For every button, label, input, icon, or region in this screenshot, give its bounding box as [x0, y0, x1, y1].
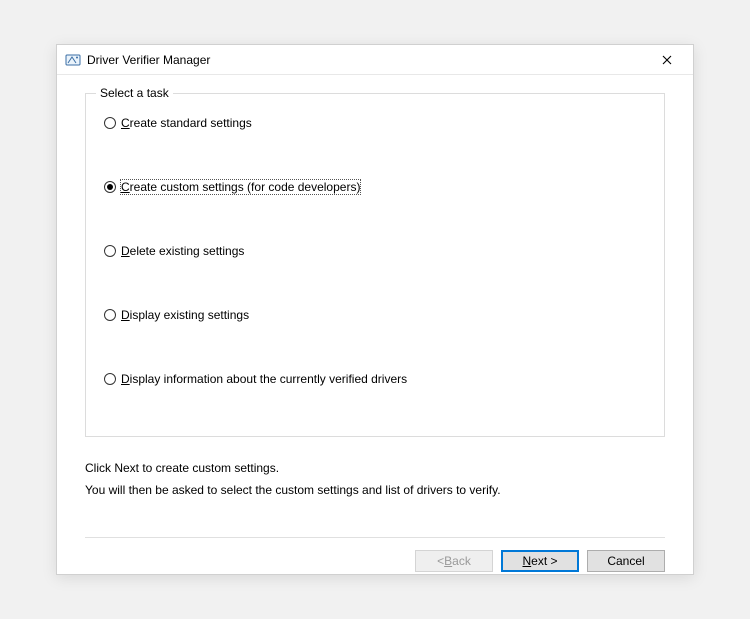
task-groupbox: Select a task Create standard settings C…: [85, 93, 665, 437]
radio-icon: [104, 181, 116, 193]
radio-icon: [104, 309, 116, 321]
radio-display-existing[interactable]: Display existing settings: [104, 308, 646, 322]
radio-label: Create custom settings (for code develop…: [121, 180, 360, 194]
next-button[interactable]: Next >: [501, 550, 579, 572]
help-line-1: Click Next to create custom settings.: [85, 457, 665, 479]
back-rest: ack: [452, 554, 471, 568]
help-line-2: You will then be asked to select the cus…: [85, 479, 665, 501]
dialog-content: Select a task Create standard settings C…: [57, 75, 693, 588]
radio-icon: [104, 373, 116, 385]
radio-icon: [104, 117, 116, 129]
button-row: < Back Next > Cancel: [85, 550, 665, 572]
radio-display-info[interactable]: Display information about the currently …: [104, 372, 646, 386]
radio-label: Delete existing settings: [121, 244, 244, 258]
next-rest: ext >: [531, 554, 557, 568]
back-prefix: <: [437, 554, 444, 568]
cancel-button[interactable]: Cancel: [587, 550, 665, 572]
button-divider: [85, 537, 665, 538]
radio-label: Create standard settings: [121, 116, 252, 130]
titlebar: Driver Verifier Manager: [57, 45, 693, 75]
back-button: < Back: [415, 550, 493, 572]
app-icon: [65, 52, 81, 68]
radio-delete-existing[interactable]: Delete existing settings: [104, 244, 646, 258]
window-title: Driver Verifier Manager: [87, 53, 647, 67]
radio-create-standard[interactable]: Create standard settings: [104, 116, 646, 130]
radio-icon: [104, 245, 116, 257]
close-button[interactable]: [647, 46, 687, 74]
radio-create-custom[interactable]: Create custom settings (for code develop…: [104, 180, 646, 194]
groupbox-legend: Select a task: [96, 86, 173, 100]
dialog-window: Driver Verifier Manager Select a task Cr…: [56, 44, 694, 575]
next-mnemonic: N: [522, 554, 531, 568]
help-text: Click Next to create custom settings. Yo…: [85, 457, 665, 501]
back-mnemonic: B: [444, 554, 452, 568]
close-icon: [662, 55, 672, 65]
radio-label: Display existing settings: [121, 308, 249, 322]
radio-label: Display information about the currently …: [121, 372, 407, 386]
cancel-label: Cancel: [607, 554, 644, 568]
